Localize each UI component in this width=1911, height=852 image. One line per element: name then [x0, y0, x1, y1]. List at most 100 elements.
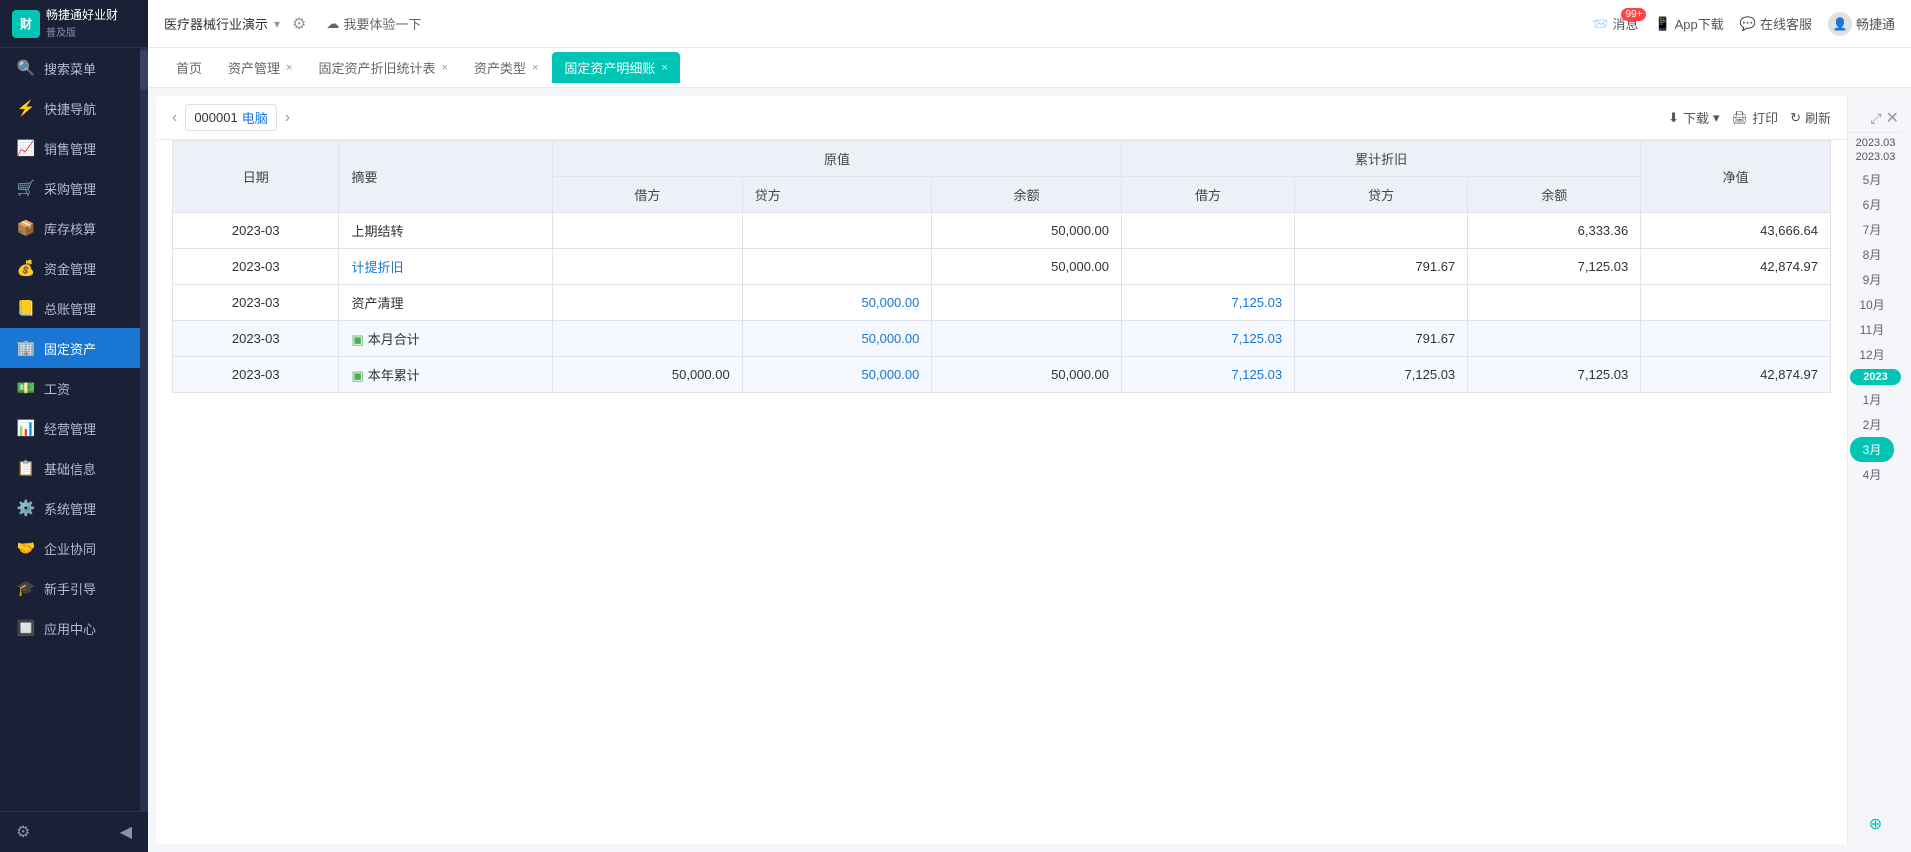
sidebar-item-fixed-assets[interactable]: 🏢 固定资产 [0, 328, 140, 368]
customer-service-btn[interactable]: 💬 在线客服 [1740, 14, 1812, 33]
next-asset-btn[interactable]: › [285, 109, 290, 127]
sidebar-item-operations[interactable]: 📊 经营管理 [0, 408, 140, 448]
sidebar-scrollbar[interactable] [140, 48, 148, 811]
tab-close-asset-type[interactable]: × [532, 62, 538, 74]
sidebar-item-finance[interactable]: 💰 资金管理 [0, 248, 140, 288]
sidebar-scrollbar-thumb[interactable] [140, 50, 148, 90]
sidebar-item-system[interactable]: ⚙️ 系统管理 [0, 488, 140, 528]
col-accum-dep: 累计折旧 [1122, 141, 1641, 177]
cell-summary: 上期结转 [339, 213, 553, 249]
tab-home[interactable]: 首页 [164, 52, 214, 83]
sidebar-item-quick-nav[interactable]: ⚡ 快捷导航 [0, 88, 140, 128]
timeline-month-10月[interactable]: 10月 [1850, 292, 1894, 317]
print-icon: 🖨 [1732, 110, 1749, 126]
timeline-scroll-down-icon[interactable]: ⊕ [1869, 814, 1882, 834]
timeline-month-8月[interactable]: 8月 [1850, 242, 1894, 267]
header-settings-icon[interactable]: ⚙ [292, 14, 306, 34]
app-download-btn[interactable]: 📱 App下载 [1654, 14, 1723, 33]
user-menu[interactable]: 👤 畅捷通 [1828, 12, 1895, 36]
sidebar-item-inventory[interactable]: 📦 库存核算 [0, 208, 140, 248]
cell-accum-balance: 7,125.03 [1468, 357, 1641, 393]
cell-accum-credit [1295, 285, 1468, 321]
sidebar-item-payroll[interactable]: 💵 工资 [0, 368, 140, 408]
cell-net: 43,666.64 [1641, 213, 1831, 249]
company-selector[interactable]: 医疗器械行业演示 ▾ [164, 14, 280, 33]
cell-summary: 计提折旧 [339, 249, 553, 285]
timeline-month-11月[interactable]: 11月 [1850, 317, 1894, 342]
cell-net: 42,874.97 [1641, 249, 1831, 285]
tab-depreciation-stats[interactable]: 固定资产折旧统计表× [306, 52, 459, 83]
cell-net: 42,874.97 [1641, 357, 1831, 393]
sidebar-item-sales[interactable]: 📈 销售管理 [0, 128, 140, 168]
col-accum-credit: 贷方 [1295, 177, 1468, 213]
search-icon: 🔍 [16, 58, 36, 78]
cell-orig-balance [932, 321, 1122, 357]
table-row: 2023-03 计提折旧 50,000.00 791.67 7,125.03 4… [173, 249, 1831, 285]
sidebar-item-guide[interactable]: 🎓 新手引导 [0, 568, 140, 608]
tab-close-depreciation-stats[interactable]: × [441, 62, 447, 74]
collapse-icon[interactable]: ◀ [120, 822, 132, 842]
col-date: 日期 [173, 141, 339, 213]
toolbar-left: ‹ 000001 电脑 › [172, 104, 290, 131]
timeline-2023-month-4月[interactable]: 4月 [1850, 462, 1894, 487]
timeline-2023-month-2月[interactable]: 2月 [1850, 412, 1894, 437]
refresh-btn[interactable]: ↻ 刷新 [1790, 108, 1831, 127]
enterprise-icon: 🤝 [16, 538, 36, 558]
tab-asset-ledger[interactable]: 固定资产明细账× [552, 52, 679, 83]
tab-asset-manage[interactable]: 资产管理× [216, 52, 304, 83]
timeline-2023-month-3月[interactable]: 3月 [1850, 437, 1894, 462]
cell-date: 2023-03 [173, 213, 339, 249]
quick-nav-icon: ⚡ [16, 98, 36, 118]
panel-expand-icon[interactable]: ⤢ [1870, 110, 1881, 127]
cell-orig-credit: 50,000.00 [742, 285, 932, 321]
timeline-month-7月[interactable]: 7月 [1850, 217, 1894, 242]
timeline-month-12月[interactable]: 12月 [1850, 342, 1894, 367]
cell-accum-debit: 7,125.03 [1122, 285, 1295, 321]
cell-date: 2023-03 [173, 285, 339, 321]
print-btn[interactable]: 🖨 打印 [1732, 108, 1779, 127]
print-label: 打印 [1752, 108, 1778, 127]
cell-orig-debit [553, 321, 743, 357]
timeline-2023-month-1月[interactable]: 1月 [1850, 387, 1894, 412]
tab-close-asset-manage[interactable]: × [286, 62, 292, 74]
cell-orig-balance: 50,000.00 [932, 249, 1122, 285]
tab-bar: 首页资产管理×固定资产折旧统计表×资产类型×固定资产明细账× [148, 48, 1911, 88]
main-area: 医疗器械行业演示 ▾ ⚙ ☁ 我要体验一下 📨 消息 99+ 📱 App下载 💬… [148, 0, 1911, 852]
sidebar-item-enterprise[interactable]: 🤝 企业协同 [0, 528, 140, 568]
sidebar-item-app-center[interactable]: 🔲 应用中心 [0, 608, 140, 648]
prev-asset-btn[interactable]: ‹ [172, 109, 177, 127]
timeline-month-9月[interactable]: 9月 [1850, 267, 1894, 292]
cell-orig-debit [553, 249, 743, 285]
cell-date: 2023-03 [173, 357, 339, 393]
finance-icon: 💰 [16, 258, 36, 278]
experience-btn[interactable]: ☁ 我要体验一下 [326, 14, 421, 33]
sidebar-label-purchase: 采购管理 [44, 179, 96, 198]
timeline-month-5月[interactable]: 5月 [1850, 167, 1894, 192]
tab-asset-type[interactable]: 资产类型× [462, 52, 550, 83]
timeline-2023: 20231月2月3月4月 [1850, 369, 1901, 487]
asset-name: 电脑 [242, 108, 268, 127]
sidebar-item-purchase[interactable]: 🛒 采购管理 [0, 168, 140, 208]
tab-close-asset-ledger[interactable]: × [661, 62, 667, 74]
fixed-assets-icon: 🏢 [16, 338, 36, 358]
content-area: ‹ 000001 电脑 › ⬇ 下载 ▾ 🖨 打印 [156, 96, 1903, 844]
table-wrapper: 日期 摘要 原值 累计折旧 净值 借方 贷方 余额 借方 贷方 余额 [156, 140, 1847, 844]
col-accum-balance: 余额 [1468, 177, 1641, 213]
cell-summary: 资产清理 [339, 285, 553, 321]
table-row: 2023-03 资产清理 50,000.00 7,125.03 [173, 285, 1831, 321]
download-btn[interactable]: ⬇ 下载 ▾ [1668, 108, 1719, 127]
app-center-icon: 🔲 [16, 618, 36, 638]
row-icon: ▣ [351, 368, 363, 383]
app-download-label: App下载 [1675, 14, 1724, 33]
timeline-month-6月[interactable]: 6月 [1850, 192, 1894, 217]
sidebar-item-ledger[interactable]: 📒 总账管理 [0, 288, 140, 328]
cell-summary: ▣本月合计 [339, 321, 553, 357]
sidebar-item-search[interactable]: 🔍 搜索菜单 [0, 48, 140, 88]
settings-icon[interactable]: ⚙ [16, 822, 30, 842]
sidebar-item-basic-info[interactable]: 📋 基础信息 [0, 448, 140, 488]
header-right: 📨 消息 99+ 📱 App下载 💬 在线客服 👤 畅捷通 [1592, 12, 1895, 36]
cell-accum-balance: 6,333.36 [1468, 213, 1641, 249]
cell-date: 2023-03 [173, 321, 339, 357]
panel-close-btn[interactable]: ✕ [1886, 108, 1899, 128]
message-btn[interactable]: 📨 消息 99+ [1592, 14, 1638, 33]
